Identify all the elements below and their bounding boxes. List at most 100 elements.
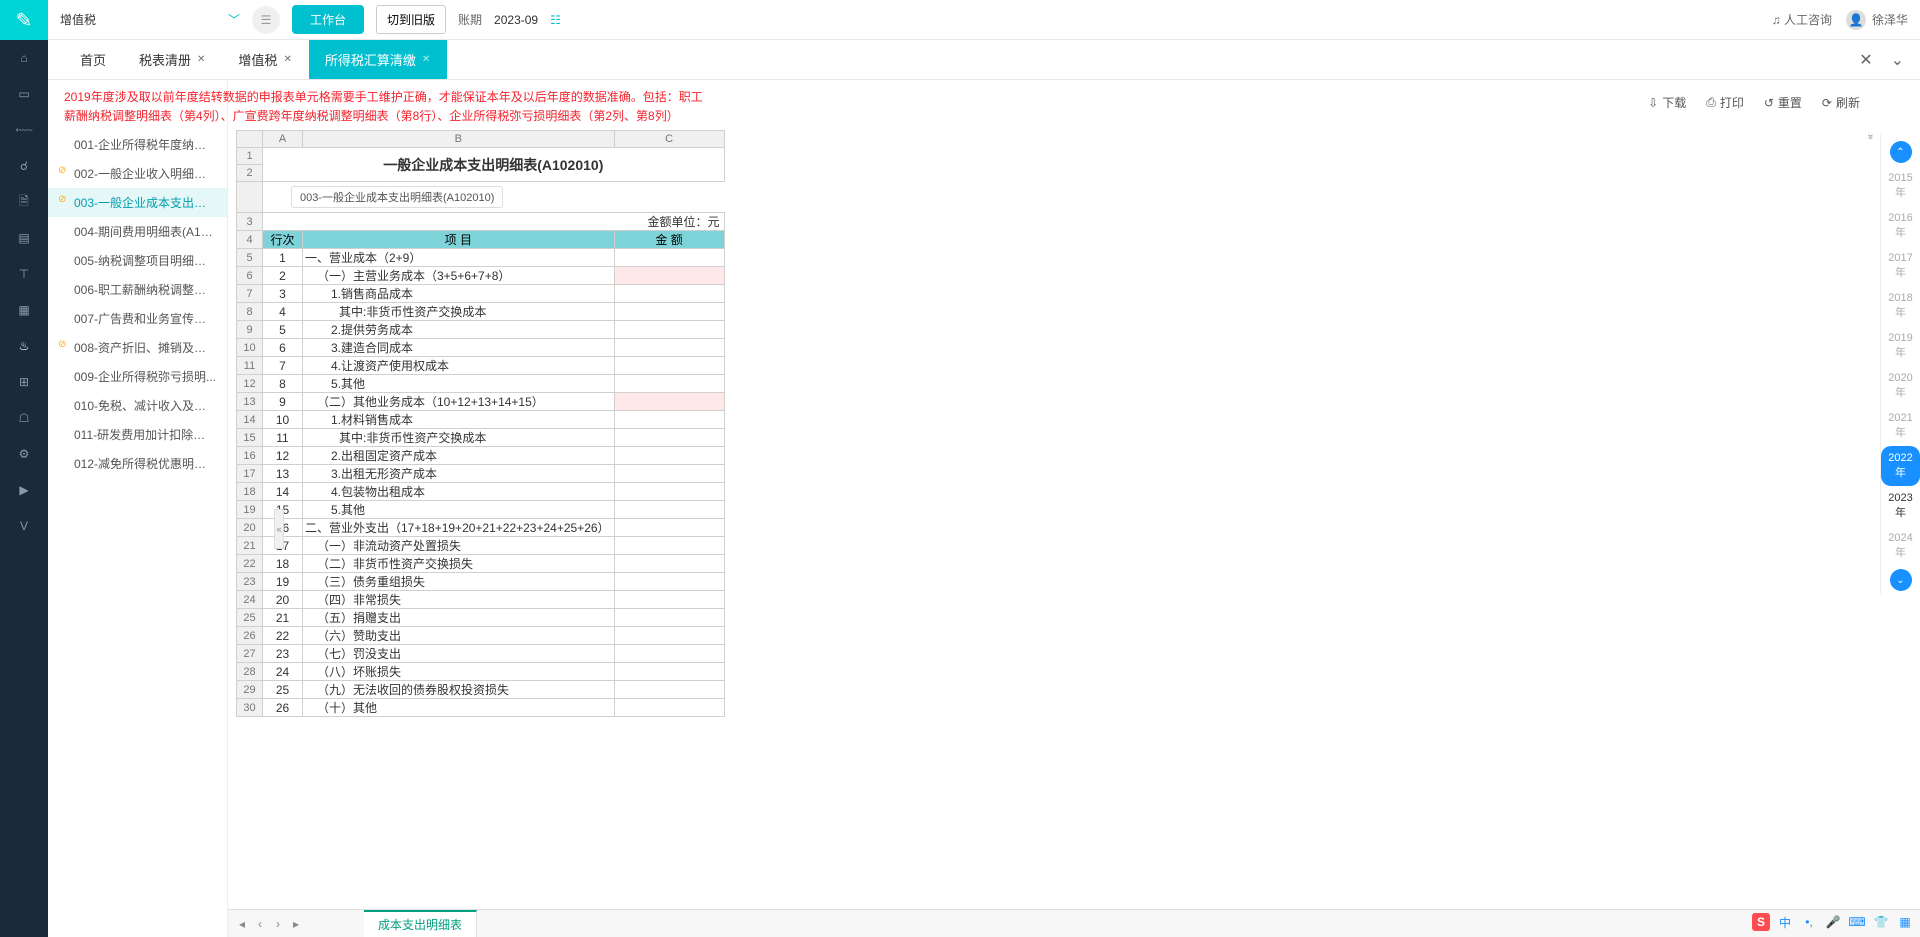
col-header[interactable]: A	[263, 131, 303, 148]
cell-rownum[interactable]: 3	[263, 285, 303, 303]
cell-amount[interactable]	[614, 663, 724, 681]
cell-amount[interactable]	[614, 375, 724, 393]
cell-rownum[interactable]: 9	[263, 393, 303, 411]
cell-item[interactable]: （六）赞助支出	[303, 627, 615, 645]
year-item[interactable]: 2019年	[1881, 326, 1920, 366]
cell-item[interactable]: 一、营业成本（2+9）	[303, 249, 615, 267]
nav-settings-icon[interactable]: ⚙	[0, 436, 48, 472]
sheet-nav-first[interactable]: ◂	[234, 917, 250, 931]
cell-amount[interactable]	[614, 627, 724, 645]
refresh-button[interactable]: ⟳ 刷新	[1822, 94, 1860, 111]
cell-item[interactable]: 5.其他	[303, 501, 615, 519]
cell-amount[interactable]	[614, 645, 724, 663]
ime-punct-icon[interactable]: •,	[1800, 913, 1818, 931]
cell-amount[interactable]	[614, 465, 724, 483]
form-list-item[interactable]: ⊘002-一般企业收入明细表(A...	[48, 159, 227, 188]
cell-amount[interactable]	[614, 537, 724, 555]
cell-item[interactable]: 4.让渡资产使用权成本	[303, 357, 615, 375]
form-list-item[interactable]: ⊘008-资产折旧、摊销及纳税...	[48, 333, 227, 362]
year-item[interactable]: 2022年	[1881, 446, 1920, 486]
cell-rownum[interactable]: 12	[263, 447, 303, 465]
switch-old-button[interactable]: 切到旧版	[376, 5, 446, 34]
cell-amount[interactable]	[614, 447, 724, 465]
cell-rownum[interactable]: 5	[263, 321, 303, 339]
cell-item[interactable]: （四）非常损失	[303, 591, 615, 609]
nav-bag-icon[interactable]: ☌	[0, 148, 48, 184]
nav-report-icon[interactable]: ▤	[0, 220, 48, 256]
cell-amount[interactable]	[614, 681, 724, 699]
cell-amount[interactable]	[614, 339, 724, 357]
cell-item[interactable]: 5.其他	[303, 375, 615, 393]
year-item[interactable]: 2024年	[1881, 526, 1920, 566]
cell-amount[interactable]	[614, 429, 724, 447]
nav-chart-icon[interactable]: ⬳	[0, 112, 48, 148]
calendar-icon[interactable]: ☷	[550, 13, 561, 27]
cell-item[interactable]: （八）坏账损失	[303, 663, 615, 681]
cell-amount[interactable]	[614, 591, 724, 609]
form-list-item[interactable]: 007-广告费和业务宣传费跨...	[48, 304, 227, 333]
tab-close-icon[interactable]: ✕	[422, 54, 430, 65]
form-list-item[interactable]: 004-期间费用明细表(A1040...	[48, 217, 227, 246]
cell-rownum[interactable]: 8	[263, 375, 303, 393]
tab-close-icon[interactable]: ✕	[283, 54, 291, 65]
nav-box-icon[interactable]: ⊞	[0, 364, 48, 400]
ime-tools-icon[interactable]: ▦	[1896, 913, 1914, 931]
cell-item[interactable]: 二、营业外支出（17+18+19+20+21+22+23+24+25+26）	[303, 519, 615, 537]
nav-tag-icon[interactable]: ⊤	[0, 256, 48, 292]
tab-3[interactable]: 所得税汇算清缴✕	[309, 40, 447, 79]
cell-item[interactable]: （二）非货币性资产交换损失	[303, 555, 615, 573]
form-list-item[interactable]: 009-企业所得税弥亏损明...	[48, 362, 227, 391]
cell-rownum[interactable]: 4	[263, 303, 303, 321]
cell-amount[interactable]	[614, 249, 724, 267]
year-item[interactable]: 2023年	[1881, 486, 1920, 526]
year-item[interactable]: 2020年	[1881, 366, 1920, 406]
cell-amount[interactable]	[614, 501, 724, 519]
year-item[interactable]: 2021年	[1881, 406, 1920, 446]
spreadsheet[interactable]: A B C 1一般企业成本支出明细表(A102010) 2 003-一般企业成本…	[236, 130, 725, 717]
cell-amount[interactable]	[614, 285, 724, 303]
cell-rownum[interactable]: 25	[263, 681, 303, 699]
cell-amount[interactable]	[614, 699, 724, 717]
form-list-item[interactable]: 006-职工薪酬纳税调整明细...	[48, 275, 227, 304]
form-list-item[interactable]: 001-企业所得税年度纳税申...	[48, 130, 227, 159]
form-list-item[interactable]: 005-纳税调整项目明细表(A1...	[48, 246, 227, 275]
ime-skin-icon[interactable]: 👕	[1872, 913, 1890, 931]
ime-lang-icon[interactable]: 中	[1776, 913, 1794, 931]
form-list-item[interactable]: 010-免税、减计收入及加计...	[48, 391, 227, 420]
cell-item[interactable]: 1.销售商品成本	[303, 285, 615, 303]
tab-menu-icon[interactable]: ⌄	[1885, 48, 1910, 72]
cell-rownum[interactable]: 1	[263, 249, 303, 267]
cell-rownum[interactable]: 20	[263, 591, 303, 609]
cell-rownum[interactable]: 26	[263, 699, 303, 717]
cell-item[interactable]: 1.材料销售成本	[303, 411, 615, 429]
ime-mic-icon[interactable]: 🎤	[1824, 913, 1842, 931]
cell-rownum[interactable]: 19	[263, 573, 303, 591]
cell-item[interactable]: 2.出租固定资产成本	[303, 447, 615, 465]
collapse-handle[interactable]: «	[274, 509, 284, 549]
form-list-item[interactable]: 012-减免所得税优惠明细表(...	[48, 449, 227, 478]
cell-rownum[interactable]: 23	[263, 645, 303, 663]
tab-0[interactable]: 首页	[64, 40, 123, 79]
user-menu[interactable]: 👤 徐泽华	[1846, 10, 1908, 30]
cell-rownum[interactable]: 22	[263, 627, 303, 645]
cell-amount[interactable]	[614, 393, 724, 411]
sheet-nav-next[interactable]: ›	[270, 917, 286, 931]
tab-1[interactable]: 税表清册✕	[123, 40, 222, 79]
tab-close-icon[interactable]: ✕	[197, 54, 205, 65]
cell-rownum[interactable]: 18	[263, 555, 303, 573]
corner-cell[interactable]	[237, 131, 263, 148]
close-tab-icon[interactable]: ✕	[1853, 48, 1878, 72]
cell-rownum[interactable]: 14	[263, 483, 303, 501]
cell-amount[interactable]	[614, 555, 724, 573]
col-header[interactable]: B	[303, 131, 615, 148]
download-button[interactable]: ⇩ 下载	[1648, 94, 1686, 111]
form-list-item[interactable]: 011-研发费用加计扣除优惠...	[48, 420, 227, 449]
cell-rownum[interactable]: 2	[263, 267, 303, 285]
cell-amount[interactable]	[614, 267, 724, 285]
nav-inbox-icon[interactable]: ☖	[0, 400, 48, 436]
cell-item[interactable]: （七）罚没支出	[303, 645, 615, 663]
cell-rownum[interactable]: 7	[263, 357, 303, 375]
cell-rownum[interactable]: 6	[263, 339, 303, 357]
period-value[interactable]: 2023-09	[494, 13, 538, 27]
ime-brand-icon[interactable]: S	[1752, 913, 1770, 931]
